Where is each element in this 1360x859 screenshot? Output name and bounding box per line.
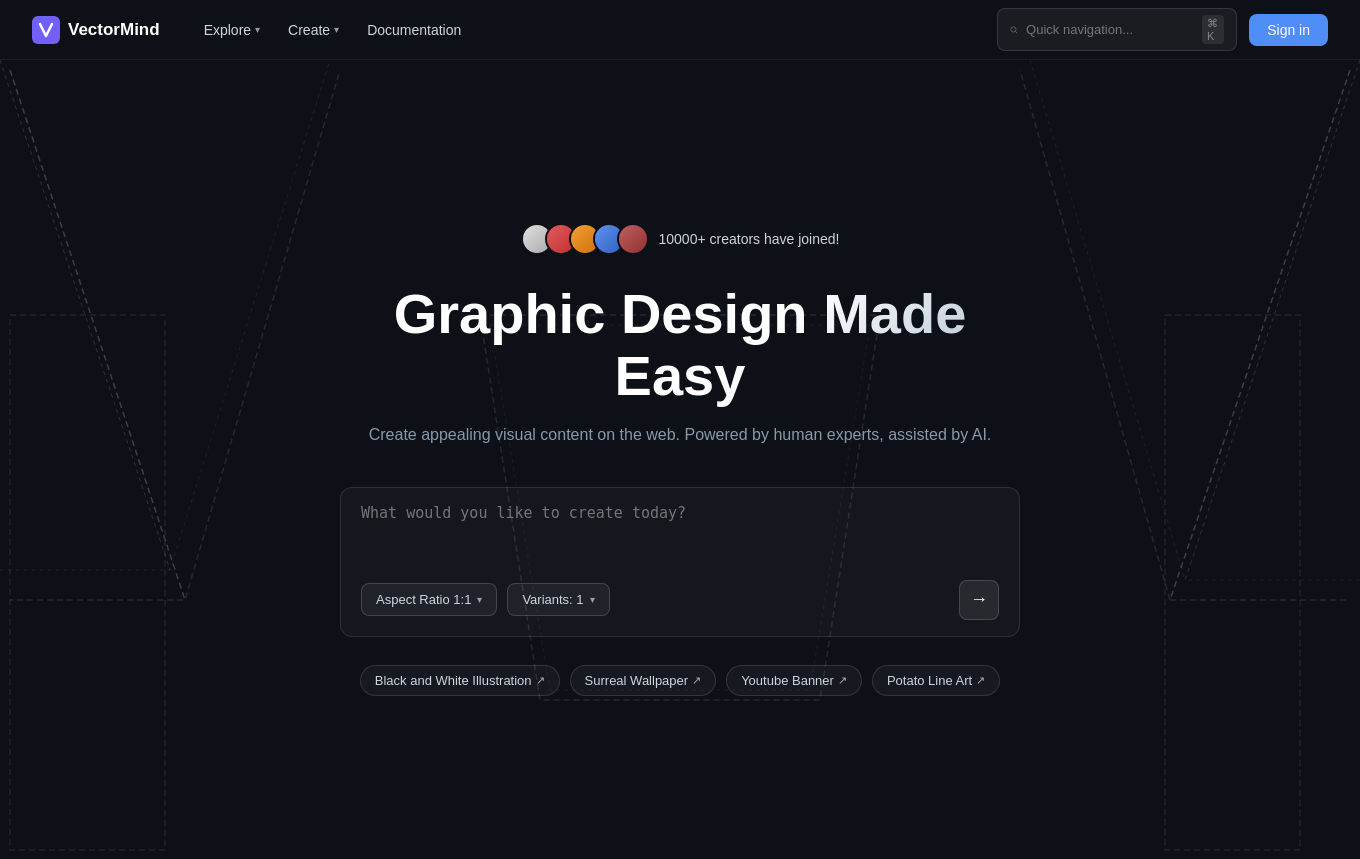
suggestion-chip[interactable]: Black and White Illustration ↗ [360, 665, 560, 696]
aspect-ratio-chevron-icon: ▾ [477, 594, 482, 605]
hero-content: 10000+ creators have joined! Graphic Des… [340, 223, 1020, 695]
navbar-right: ⌘ K Sign in [997, 8, 1328, 51]
svg-marker-4 [1165, 315, 1300, 850]
chip-arrow-icon: ↗ [976, 674, 985, 687]
logo-icon [32, 16, 60, 44]
chip-arrow-icon: ↗ [838, 674, 847, 687]
suggestion-chips: Black and White Illustration↗Surreal Wal… [360, 665, 1000, 696]
suggestion-chip[interactable]: Surreal Wallpaper↗ [570, 665, 717, 696]
sign-in-button[interactable]: Sign in [1249, 14, 1328, 46]
nav-docs[interactable]: Documentation [355, 16, 473, 44]
svg-marker-5 [10, 315, 165, 850]
hero-container: 10000+ creators have joined! Graphic Des… [0, 60, 1360, 859]
submit-button[interactable]: → [959, 580, 999, 620]
search-input[interactable] [1026, 22, 1194, 37]
avatar [617, 223, 649, 255]
search-shortcut: ⌘ K [1202, 15, 1224, 44]
variants-chevron-icon: ▾ [590, 594, 595, 605]
create-chevron-icon: ▾ [334, 24, 339, 35]
suggestion-chip[interactable]: Youtube Banner ↗ [726, 665, 862, 696]
nav-links: Explore ▾ Create ▾ Documentation [192, 16, 474, 44]
creation-input[interactable] [361, 504, 999, 564]
aspect-ratio-select[interactable]: Aspect Ratio 1:1 ▾ [361, 583, 497, 616]
brand-name: VectorMind [68, 20, 160, 40]
chip-label: Youtube Banner [741, 673, 834, 688]
chip-label: Surreal Wallpaper [585, 673, 689, 688]
navbar-left: VectorMind Explore ▾ Create ▾ Documentat… [32, 16, 473, 44]
logo-area[interactable]: VectorMind [32, 16, 160, 44]
avatar-group [521, 223, 649, 255]
chip-arrow-icon: ↗ [692, 674, 701, 687]
nav-explore[interactable]: Explore ▾ [192, 16, 272, 44]
creation-box: Aspect Ratio 1:1 ▾ Variants: 1 ▾ → [340, 487, 1020, 637]
svg-rect-0 [32, 16, 60, 44]
hero-subtitle: Create appealing visual content on the w… [369, 423, 992, 447]
variants-select[interactable]: Variants: 1 ▾ [507, 583, 609, 616]
creation-controls: Aspect Ratio 1:1 ▾ Variants: 1 ▾ → [361, 580, 999, 620]
controls-left: Aspect Ratio 1:1 ▾ Variants: 1 ▾ [361, 583, 610, 616]
social-proof: 10000+ creators have joined! [521, 223, 840, 255]
explore-chevron-icon: ▾ [255, 24, 260, 35]
chip-arrow-icon: ↗ [536, 674, 545, 687]
chip-label: Black and White Illustration [375, 673, 532, 688]
nav-create[interactable]: Create ▾ [276, 16, 351, 44]
social-proof-text: 10000+ creators have joined! [659, 231, 840, 247]
search-icon [1010, 23, 1018, 37]
suggestion-chip[interactable]: Potato Line Art ↗ [872, 665, 1000, 696]
hero-title: Graphic Design Made Easy [340, 283, 1020, 406]
search-bar[interactable]: ⌘ K [997, 8, 1237, 51]
chip-label: Potato Line Art [887, 673, 972, 688]
navbar: VectorMind Explore ▾ Create ▾ Documentat… [0, 0, 1360, 60]
